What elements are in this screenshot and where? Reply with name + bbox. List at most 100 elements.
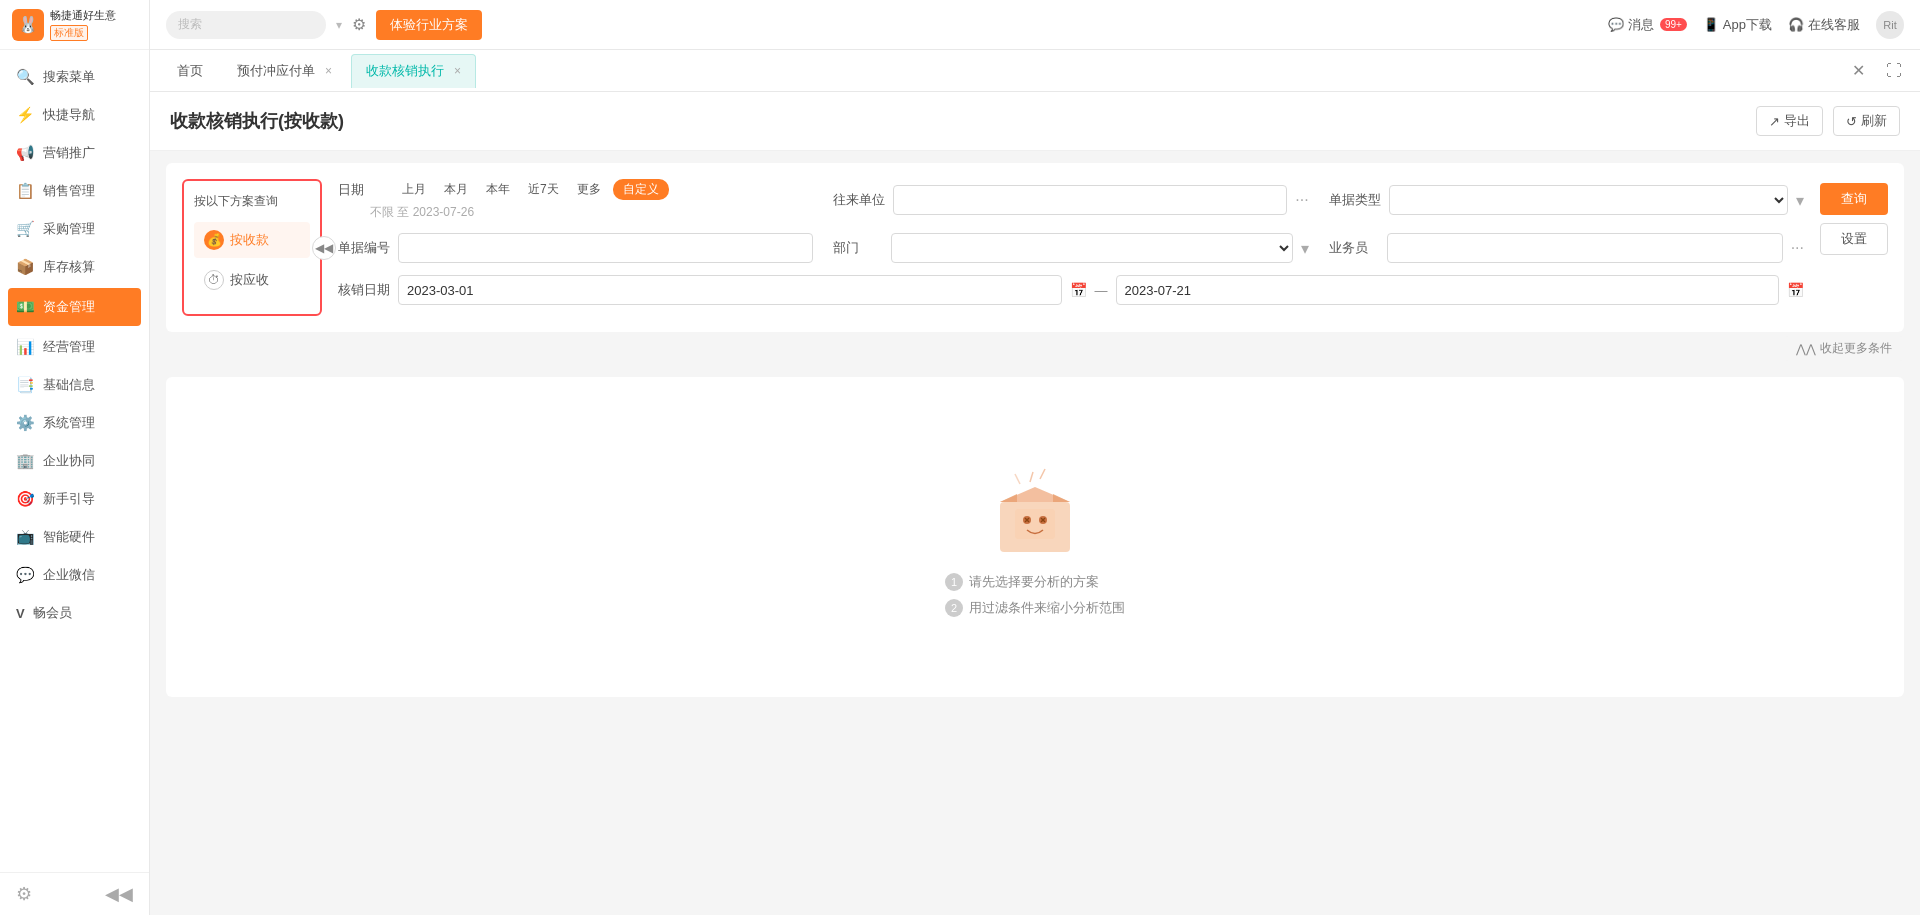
sidebar-item-finance[interactable]: 💵 资金管理 xyxy=(8,288,141,326)
doc-number-input[interactable] xyxy=(398,233,813,263)
empty-illustration xyxy=(975,457,1095,557)
page-header-actions: ↗ 导出 ↺ 刷新 xyxy=(1756,106,1900,150)
filter-row-2: 单据编号 部门 ▾ 业务员 xyxy=(338,233,1804,263)
page-content: 收款核销执行(按收款) ↗ 导出 ↺ 刷新 按以下方案查询 xyxy=(150,92,1920,915)
main-area: 搜索 ▾ ⚙ 体验行业方案 💬 消息 99+ 📱 App下载 🎧 在线客服 Ri… xyxy=(150,0,1920,915)
sidebar-item-search[interactable]: 🔍 搜索菜单 xyxy=(0,58,149,96)
last-month-shortcut[interactable]: 上月 xyxy=(396,179,432,200)
sidebar-item-wechat[interactable]: 💬 企业微信 xyxy=(0,556,149,594)
topbar-left: 搜索 ▾ ⚙ 体验行业方案 xyxy=(166,10,482,40)
list-area: 1 请先选择要分析的方案 2 用过滤条件来缩小分析范围 xyxy=(166,377,1904,697)
tip-1-number: 1 xyxy=(945,573,963,591)
sidebar-item-hardware[interactable]: 📺 智能硬件 xyxy=(0,518,149,556)
filter-fields: 日期 上月 本月 本年 近7天 更多 自定义 不限 至 2 xyxy=(338,179,1804,316)
quick-nav-icon: ⚡ xyxy=(16,106,35,124)
query-button[interactable]: 查询 xyxy=(1820,183,1888,215)
topbar-right: 💬 消息 99+ 📱 App下载 🎧 在线客服 Rit xyxy=(1608,11,1904,39)
sidebar-item-sales[interactable]: 📋 销售管理 xyxy=(0,172,149,210)
topbar-gear-icon[interactable]: ⚙ xyxy=(352,15,366,34)
department-label: 部门 xyxy=(833,239,883,257)
topbar: 搜索 ▾ ⚙ 体验行业方案 💬 消息 99+ 📱 App下载 🎧 在线客服 Ri… xyxy=(150,0,1920,50)
app-version: 标准版 xyxy=(50,25,88,41)
doc-number-label: 单据编号 xyxy=(338,239,390,257)
sidebar-item-basic-info[interactable]: 📑 基础信息 xyxy=(0,366,149,404)
close-tab-icon[interactable]: ✕ xyxy=(1844,57,1872,85)
staff-field: 业务员 ··· xyxy=(1329,233,1804,263)
verify-date-end-calendar-icon[interactable]: 📅 xyxy=(1787,282,1804,298)
industry-solution-button[interactable]: 体验行业方案 xyxy=(376,10,482,40)
marketing-icon: 📢 xyxy=(16,144,35,162)
sidebar-item-marketing[interactable]: 📢 营销推广 xyxy=(0,134,149,172)
counterparty-picker-icon[interactable]: ··· xyxy=(1295,191,1308,209)
this-year-shortcut[interactable]: 本年 xyxy=(480,179,516,200)
user-avatar[interactable]: Rit xyxy=(1876,11,1904,39)
sidebar-item-business[interactable]: 📊 经营管理 xyxy=(0,328,149,366)
member-icon: V xyxy=(16,606,25,621)
sidebar-item-member[interactable]: V 畅会员 xyxy=(0,594,149,632)
counterparty-field: 往来单位 ··· xyxy=(833,185,1308,215)
department-select[interactable] xyxy=(891,233,1292,263)
sidebar-item-inventory[interactable]: 📦 库存核算 xyxy=(0,248,149,286)
export-icon: ↗ xyxy=(1769,114,1780,129)
messages-badge: 99+ xyxy=(1660,18,1687,31)
date-hint: 不限 至 2023-07-26 xyxy=(370,204,813,221)
expand-tab-icon[interactable]: ⛶ xyxy=(1880,57,1908,85)
refresh-button[interactable]: ↺ 刷新 xyxy=(1833,106,1900,136)
collapse-more-bar: ⋀⋀ 收起更多条件 xyxy=(150,336,1920,369)
verify-date-start-calendar-icon[interactable]: 📅 xyxy=(1070,282,1087,298)
export-button[interactable]: ↗ 导出 xyxy=(1756,106,1823,136)
tab-prepay[interactable]: 预付冲应付单 × xyxy=(222,54,347,88)
staff-label: 业务员 xyxy=(1329,239,1379,257)
doc-type-select[interactable] xyxy=(1389,185,1788,215)
filter-collapse-button[interactable]: ◀◀ xyxy=(312,236,336,260)
collapse-more-button[interactable]: ⋀⋀ 收起更多条件 xyxy=(1784,336,1904,361)
verify-date-start-input[interactable] xyxy=(398,275,1062,305)
empty-tips: 1 请先选择要分析的方案 2 用过滤条件来缩小分析范围 xyxy=(945,573,1125,617)
department-field: 部门 ▾ xyxy=(833,233,1308,263)
tab-home[interactable]: 首页 xyxy=(162,54,218,88)
collapse-sidebar-icon[interactable]: ◀◀ xyxy=(105,883,133,905)
svg-marker-2 xyxy=(1000,494,1017,502)
hardware-icon: 📺 xyxy=(16,528,35,546)
this-month-shortcut[interactable]: 本月 xyxy=(438,179,474,200)
sidebar: 🐰 畅捷通好生意 标准版 🔍 搜索菜单 ⚡ 快捷导航 📢 营销推广 📋 销售管理… xyxy=(0,0,150,915)
last-7days-shortcut[interactable]: 近7天 xyxy=(522,179,565,200)
service-icon: 🎧 xyxy=(1788,17,1804,32)
settings-icon[interactable]: ⚙ xyxy=(16,883,32,905)
staff-picker-icon[interactable]: ··· xyxy=(1791,239,1804,257)
counterparty-label: 往来单位 xyxy=(833,191,885,209)
custom-shortcut[interactable]: 自定义 xyxy=(613,179,669,200)
tab-prepay-close-icon[interactable]: × xyxy=(325,64,332,78)
guide-icon: 🎯 xyxy=(16,490,35,508)
verify-date-label: 核销日期 xyxy=(338,281,390,299)
tab-receipt-verify[interactable]: 收款核销执行 × xyxy=(351,54,476,88)
tab-receipt-verify-close-icon[interactable]: × xyxy=(454,64,461,78)
topbar-breadcrumb-arrow: ▾ xyxy=(336,18,342,32)
counterparty-input[interactable] xyxy=(893,185,1287,215)
topbar-search-placeholder: 搜索 xyxy=(178,16,202,33)
messages-button[interactable]: 💬 消息 99+ xyxy=(1608,16,1687,34)
query-actions: 查询 设置 xyxy=(1820,179,1888,316)
online-service-button[interactable]: 🎧 在线客服 xyxy=(1788,16,1860,34)
empty-state: 1 请先选择要分析的方案 2 用过滤条件来缩小分析范围 xyxy=(945,457,1125,617)
sidebar-item-system[interactable]: ⚙️ 系统管理 xyxy=(0,404,149,442)
setting-button[interactable]: 设置 xyxy=(1820,223,1888,255)
verify-date-end-input[interactable] xyxy=(1116,275,1780,305)
filter-by-receipt[interactable]: 💰 按收款 xyxy=(194,222,310,258)
sidebar-item-enterprise[interactable]: 🏢 企业协同 xyxy=(0,442,149,480)
message-icon: 💬 xyxy=(1608,17,1624,32)
sidebar-item-purchase[interactable]: 🛒 采购管理 xyxy=(0,210,149,248)
department-arrow-icon: ▾ xyxy=(1301,239,1309,258)
staff-input[interactable] xyxy=(1387,233,1783,263)
date-range-separator: — xyxy=(1095,283,1108,298)
app-download-button[interactable]: 📱 App下载 xyxy=(1703,16,1772,34)
more-shortcut[interactable]: 更多 xyxy=(571,179,607,200)
sidebar-item-quick-nav[interactable]: ⚡ 快捷导航 xyxy=(0,96,149,134)
basic-info-icon: 📑 xyxy=(16,376,35,394)
filter-by-receivable[interactable]: ⏱ 按应收 xyxy=(194,262,310,298)
empty-tip-1: 1 请先选择要分析的方案 xyxy=(945,573,1125,591)
sidebar-footer: ⚙ ◀◀ xyxy=(0,872,149,915)
finance-icon: 💵 xyxy=(16,298,35,316)
page-header: 收款核销执行(按收款) ↗ 导出 ↺ 刷新 xyxy=(150,92,1920,151)
sidebar-item-guide[interactable]: 🎯 新手引导 xyxy=(0,480,149,518)
